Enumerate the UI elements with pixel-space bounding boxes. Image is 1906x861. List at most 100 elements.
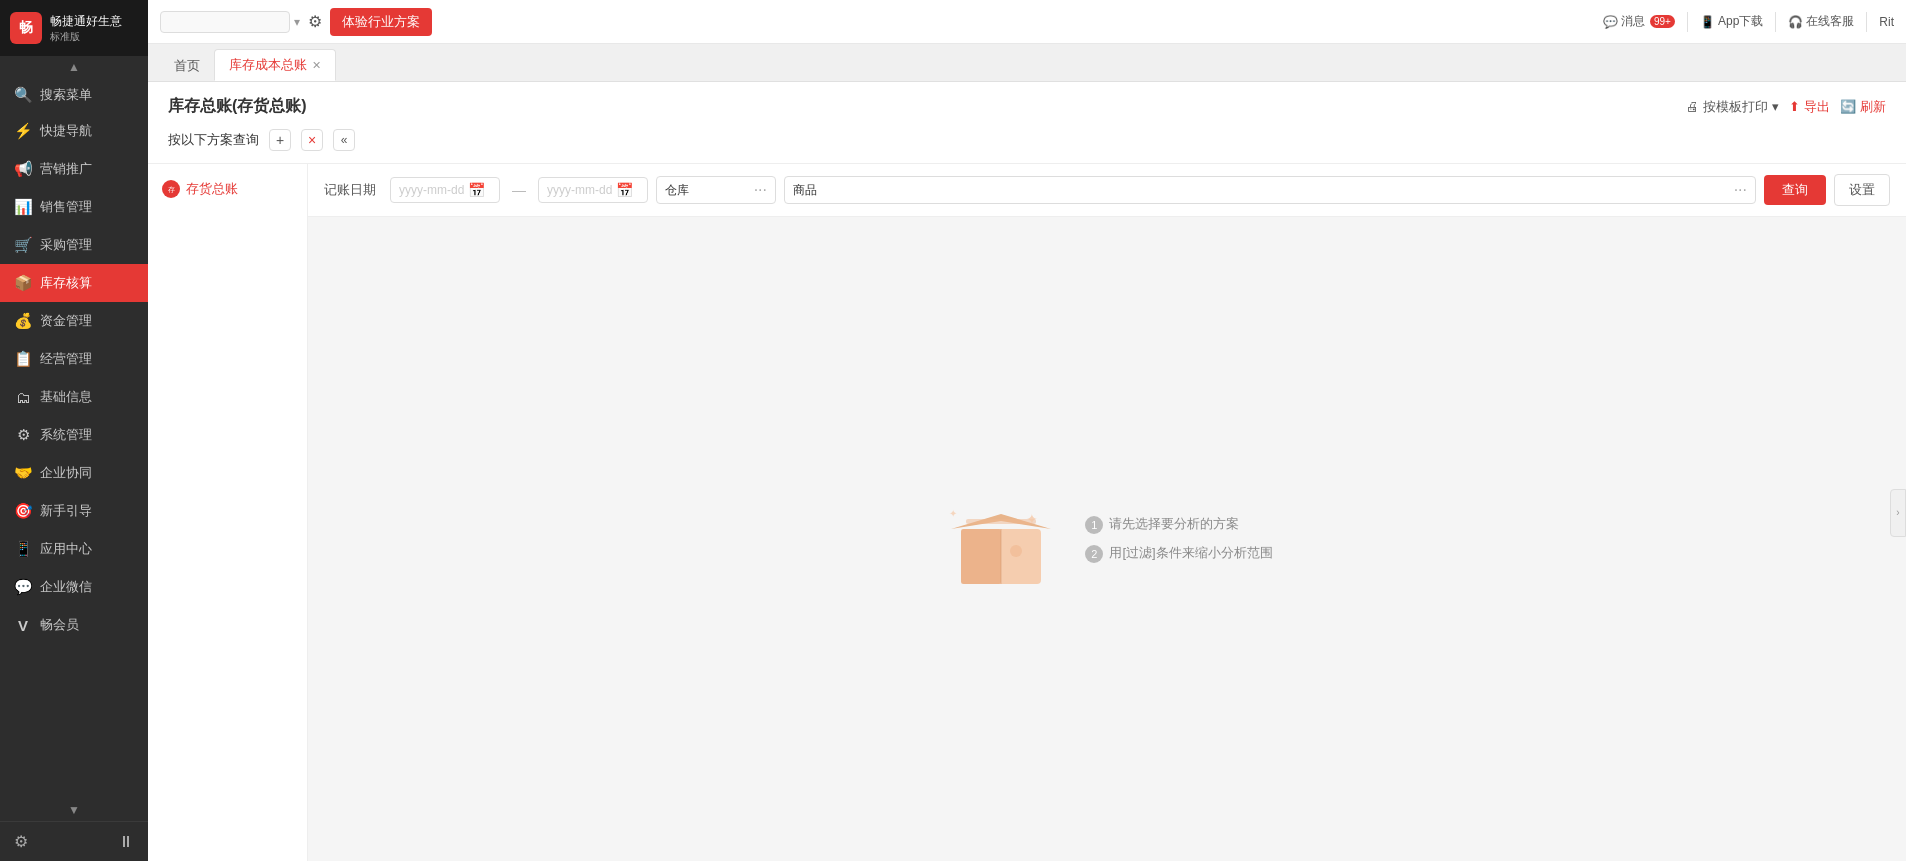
filter-collapse-button[interactable]: « (333, 129, 355, 151)
page-title: 库存总账(存货总账) (168, 96, 307, 117)
breadcrumb-input[interactable] (160, 11, 290, 33)
sidebar-item-purchase[interactable]: 🛒 采购管理 (0, 226, 148, 264)
industry-solution-button[interactable]: 体验行业方案 (330, 8, 432, 36)
sidebar-item-marketing[interactable]: 📢 营销推广 (0, 150, 148, 188)
empty-hint-2: 2 用[过滤]条件来缩小分析范围 (1085, 544, 1272, 563)
refresh-button[interactable]: 🔄 刷新 (1840, 98, 1886, 116)
tab-home[interactable]: 首页 (160, 51, 214, 81)
inventory-icon: 📦 (14, 274, 32, 292)
marketing-icon: 📢 (14, 160, 32, 178)
sidebar-item-label: 应用中心 (40, 540, 92, 558)
sidebar-item-operations[interactable]: 📋 经营管理 (0, 340, 148, 378)
empty-svg: ✦ ✦ (941, 479, 1061, 599)
date-separator: — (512, 182, 526, 198)
sales-icon: 📊 (14, 198, 32, 216)
sidebar-item-label: 畅会员 (40, 616, 79, 634)
right-panel-close-button[interactable]: › (1890, 489, 1906, 537)
warehouse-select[interactable]: 仓库 ··· (656, 176, 776, 204)
filter-add-button[interactable]: + (269, 129, 291, 151)
sidebar-item-member[interactable]: V 畅会员 (0, 606, 148, 644)
sidebar-scroll-down[interactable]: ▼ (0, 799, 148, 821)
sidebar-item-guide[interactable]: 🎯 新手引导 (0, 492, 148, 530)
app-badge: 标准版 (50, 30, 122, 44)
app-download-button[interactable]: 📱 App下载 (1700, 13, 1763, 30)
filter-label: 按以下方案查询 (168, 131, 259, 149)
filter-bar: 记账日期 yyyy-mm-dd 📅 — yyyy-mm-dd 📅 仓库 ··· (308, 164, 1906, 217)
svg-point-6 (1010, 545, 1022, 557)
tabbar: 首页 库存成本总账 ✕ (148, 44, 1906, 82)
print-template-button[interactable]: 🖨 按模板打印 ▾ (1686, 98, 1779, 116)
topbar-user-area: 💬 消息 99+ 📱 App下载 🎧 在线客服 Rit (1603, 12, 1894, 32)
goods-select[interactable]: 商品 ··· (784, 176, 1756, 204)
scheme-option-label: 存货总账 (186, 180, 238, 198)
empty-hint-2-num: 2 (1085, 545, 1103, 563)
sidebar-item-sales[interactable]: 📊 销售管理 (0, 188, 148, 226)
empty-hint-1: 1 请先选择要分析的方案 (1085, 515, 1272, 534)
purchase-icon: 🛒 (14, 236, 32, 254)
sidebar-item-label: 系统管理 (40, 426, 92, 444)
sidebar-item-search[interactable]: 🔍 搜索菜单 (0, 78, 148, 112)
quicknav-icon: ⚡ (14, 122, 32, 140)
query-button[interactable]: 查询 (1764, 175, 1826, 205)
message-badge: 99+ (1650, 15, 1675, 28)
date-end-cal-icon[interactable]: 📅 (616, 182, 633, 198)
print-chevron-icon: ▾ (1772, 99, 1779, 114)
sidebar-item-label: 快捷导航 (40, 122, 92, 140)
service-icon: 🎧 (1788, 15, 1803, 29)
goods-dots-icon[interactable]: ··· (1734, 181, 1747, 199)
app-download-label: App下载 (1718, 13, 1763, 30)
app-name: 畅捷通好生意 (50, 13, 122, 30)
sidebar-item-capital[interactable]: 💰 资金管理 (0, 302, 148, 340)
topbar-settings-button[interactable]: ⚙ (304, 8, 326, 35)
sidebar-item-system[interactable]: ⚙ 系统管理 (0, 416, 148, 454)
sidebar-item-label: 企业微信 (40, 578, 92, 596)
warehouse-dots-icon[interactable]: ··· (754, 181, 767, 199)
date-start-cal-icon[interactable]: 📅 (468, 182, 485, 198)
sidebar-item-basic[interactable]: 🗂 基础信息 (0, 378, 148, 416)
breadcrumb-chevron-icon[interactable]: ▾ (294, 15, 300, 29)
sidebar-item-quicknav[interactable]: ⚡ 快捷导航 (0, 112, 148, 150)
username-label[interactable]: Rit (1879, 15, 1894, 29)
guide-icon: 🎯 (14, 502, 32, 520)
message-button[interactable]: 💬 消息 99+ (1603, 13, 1675, 30)
tab-home-label: 首页 (174, 57, 200, 75)
enterprise-icon: 🤝 (14, 464, 32, 482)
sidebar-scroll-up[interactable]: ▲ (0, 56, 148, 78)
sidebar-item-appstore[interactable]: 📱 应用中心 (0, 530, 148, 568)
export-button[interactable]: ⬆ 导出 (1789, 98, 1830, 116)
operations-icon: 📋 (14, 350, 32, 368)
goods-label: 商品 (793, 182, 817, 199)
topbar-divider-2 (1775, 12, 1776, 32)
sidebar-footer: ⚙ ⏸ (0, 821, 148, 861)
topbar: ▾ ⚙ 体验行业方案 💬 消息 99+ 📱 App下载 🎧 在线客服 Rit (148, 0, 1906, 44)
sidebar-item-wechat[interactable]: 💬 企业微信 (0, 568, 148, 606)
empty-hint-2-text: 用[过滤]条件来缩小分析范围 (1109, 544, 1272, 562)
empty-illustration: ✦ ✦ (941, 479, 1061, 599)
app-download-icon: 📱 (1700, 15, 1715, 29)
system-icon: ⚙ (14, 426, 32, 444)
online-service-button[interactable]: 🎧 在线客服 (1788, 13, 1854, 30)
tab-close-icon[interactable]: ✕ (312, 59, 321, 72)
filter-del-button[interactable]: × (301, 129, 323, 151)
print-icon: 🖨 (1686, 99, 1699, 114)
sidebar-item-enterprise[interactable]: 🤝 企业协同 (0, 454, 148, 492)
sidebar-item-label: 企业协同 (40, 464, 92, 482)
topbar-divider-3 (1866, 12, 1867, 32)
settings-footer-icon[interactable]: ⚙ (14, 832, 28, 851)
sidebar-item-label: 库存核算 (40, 274, 92, 292)
svg-text:存: 存 (168, 186, 175, 193)
tab-inventory-ledger[interactable]: 库存成本总账 ✕ (214, 49, 336, 81)
warehouse-label: 仓库 (665, 182, 689, 199)
search-icon: 🔍 (14, 86, 32, 104)
sidebar-item-inventory[interactable]: 📦 库存核算 (0, 264, 148, 302)
date-start-input[interactable]: yyyy-mm-dd 📅 (390, 177, 500, 203)
empty-hint-1-text: 请先选择要分析的方案 (1109, 515, 1239, 533)
sidebar-logo: 畅 畅捷通好生意 标准版 (0, 0, 148, 56)
tab-inventory-ledger-label: 库存成本总账 (229, 56, 307, 74)
scheme-option-inventory[interactable]: 存 存货总账 (148, 172, 307, 206)
empty-state: ✦ ✦ 1 请先选择要分析的方案 2 用[过滤]条件来缩小分析范围 (308, 217, 1906, 861)
setting-button[interactable]: 设置 (1834, 174, 1890, 206)
date-end-input[interactable]: yyyy-mm-dd 📅 (538, 177, 648, 203)
audio-footer-icon[interactable]: ⏸ (118, 833, 134, 851)
sidebar-item-label-search: 搜索菜单 (40, 86, 92, 104)
